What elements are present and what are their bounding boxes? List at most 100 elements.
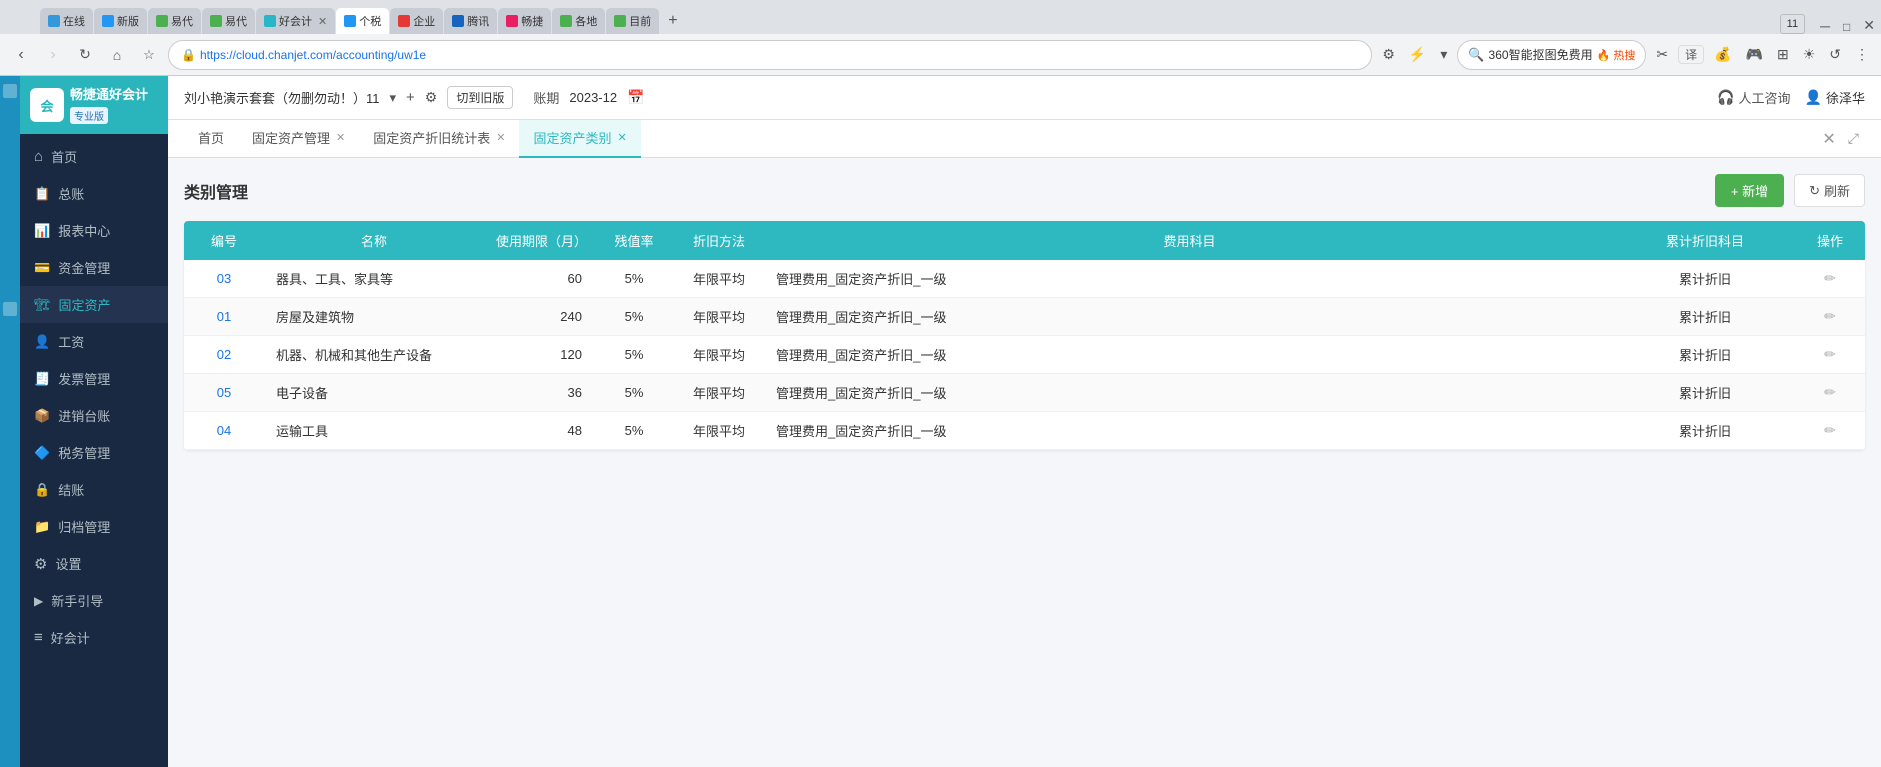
top-bar: 刘小艳演示套套（勿删勿动！）11 ▾ + ⚙ 切到旧版 账期 2023-12 📅… [168, 76, 1881, 120]
grid-icon[interactable]: ⊞ [1773, 46, 1793, 63]
user-area[interactable]: 👤 徐泽华 [1805, 88, 1865, 107]
tab-panel-maximize-button[interactable]: ⤢ [1842, 130, 1865, 147]
site-settings-icon[interactable]: ⚙ [1378, 46, 1399, 63]
dropdown-icon[interactable]: ▾ [1436, 46, 1451, 63]
minimize-icon[interactable]: ─ [1814, 18, 1836, 34]
tax-icon: 🔷 [34, 445, 50, 461]
add-button[interactable]: + 新增 [1715, 174, 1784, 207]
sidebar-item-archive[interactable]: 📁 归档管理 [20, 508, 168, 545]
forward-button[interactable]: › [40, 42, 66, 68]
page-tab-home[interactable]: 首页 [184, 120, 238, 158]
browser-tab-8[interactable]: 腾讯 [444, 8, 497, 34]
sidebar-item-inout[interactable]: 📦 进销台账 [20, 397, 168, 434]
page-tab-depreciation[interactable]: 固定资产折旧统计表 ✕ [359, 120, 519, 158]
cell-op: ✏ [1795, 336, 1865, 374]
cell-op: ✏ [1795, 374, 1865, 412]
sidebar-item-salary[interactable]: 👤 工资 [20, 323, 168, 360]
browser-tab-3[interactable]: 易代 [148, 8, 201, 34]
section-header: 类别管理 + 新增 ↻ 刷新 [184, 174, 1865, 207]
tab-label: 各地 [575, 13, 597, 29]
calendar-icon[interactable]: 📅 [627, 89, 644, 106]
close-icon[interactable]: ✕ [1857, 17, 1881, 34]
page-tab-category[interactable]: 固定资产类别 ✕ [519, 120, 640, 158]
add-account-button[interactable]: + [406, 89, 415, 106]
browser-tab-10[interactable]: 各地 [552, 8, 605, 34]
back-button[interactable]: ‹ [8, 42, 34, 68]
browser-tab-active[interactable]: 个税 [336, 8, 389, 34]
salary-icon: 👤 [34, 334, 50, 350]
refresh-label: 刷新 [1824, 181, 1850, 200]
maximize-icon[interactable]: □ [1837, 20, 1856, 34]
browser-tab-4[interactable]: 易代 [202, 8, 255, 34]
browser-tab-5[interactable]: 好会计 ✕ [256, 8, 335, 34]
browser-tab-1[interactable]: 在线 [40, 8, 93, 34]
sidebar-nav: ⌂ 首页 📋 总账 📊 报表中心 💳 资金管理 🏗 固定资产 👤 工资 [20, 134, 168, 767]
sidebar-item-more[interactable]: ≡ 好会计 [20, 619, 168, 656]
tab-panel-close-button[interactable]: ✕ [1816, 129, 1841, 149]
cell-accum: 累计折旧 [1615, 298, 1795, 336]
strip-icon-2[interactable] [3, 302, 17, 316]
sidebar-item-invoice[interactable]: 🧾 发票管理 [20, 360, 168, 397]
cell-accum: 累计折旧 [1615, 374, 1795, 412]
logo-main-text: 畅捷通好会计 [70, 86, 148, 104]
logo-text-area: 畅捷通好会计 专业版 [70, 86, 148, 123]
sidebar-item-asset[interactable]: 🏗 固定资产 [20, 286, 168, 323]
table-row: 05 电子设备 36 5% 年限平均 管理费用_固定资产折旧_一级 累计折旧 ✏ [184, 374, 1865, 412]
edit-button[interactable]: ✏ [1824, 308, 1836, 324]
tab-close-depreciation[interactable]: ✕ [496, 131, 505, 144]
scissors-icon[interactable]: ✂ [1652, 46, 1672, 63]
main-content: 刘小艳演示套套（勿删勿动！）11 ▾ + ⚙ 切到旧版 账期 2023-12 📅… [168, 76, 1881, 767]
edit-button[interactable]: ✏ [1824, 346, 1836, 362]
sidebar-item-report[interactable]: 📊 报表中心 [20, 212, 168, 249]
browser-tab-7[interactable]: 企业 [390, 8, 443, 34]
new-tab-button[interactable]: + [660, 8, 685, 34]
consultant-button[interactable]: 🎧 人工咨询 [1717, 88, 1790, 107]
edit-button[interactable]: ✏ [1824, 422, 1836, 438]
tab-label-depreciation: 固定资产折旧统计表 [373, 128, 490, 147]
sidebar-item-close-account[interactable]: 🔒 结账 [20, 471, 168, 508]
cell-subject: 管理费用_固定资产折旧_一级 [764, 260, 1615, 298]
sidebar-item-home[interactable]: ⌂ 首页 [20, 138, 168, 175]
lightning-icon[interactable]: ⚡ [1405, 46, 1430, 63]
games-icon[interactable]: 🎮 [1742, 46, 1767, 63]
url-bar[interactable]: 🔒 https://cloud.chanjet.com/accounting/u… [168, 40, 1372, 70]
theme-icon[interactable]: ☀ [1799, 46, 1820, 63]
col-header-method: 折旧方法 [674, 221, 764, 260]
menu-icon[interactable]: ⋮ [1851, 46, 1873, 63]
page-tab-asset-mgmt[interactable]: 固定资产管理 ✕ [238, 120, 359, 158]
tab-close-5[interactable]: ✕ [318, 15, 327, 28]
browser-tab-11[interactable]: 目前 [606, 8, 659, 34]
sidebar-item-fund[interactable]: 💳 资金管理 [20, 249, 168, 286]
reload-button[interactable]: ↻ [72, 42, 98, 68]
switch-version-button[interactable]: 切到旧版 [447, 86, 513, 109]
search-bar: 🔍 360智能抠图免费用 🔥 热搜 [1457, 40, 1646, 70]
tab-close-category[interactable]: ✕ [618, 131, 627, 144]
back-forward-icon[interactable]: ↺ [1825, 46, 1845, 63]
sidebar-logo: 会 畅捷通好会计 专业版 [20, 76, 168, 134]
col-header-code: 编号 [184, 221, 264, 260]
strip-icon-1[interactable] [3, 84, 17, 98]
tab-close-asset-mgmt[interactable]: ✕ [336, 131, 345, 144]
home-button[interactable]: ⌂ [104, 42, 130, 68]
ledger-icon: 📋 [34, 186, 50, 202]
category-table: 编号 名称 使用期限（月） 残值率 折旧方法 费用科目 累计折旧科目 操作 03… [184, 221, 1865, 450]
translate-icon[interactable]: 译 [1678, 45, 1704, 64]
edit-button[interactable]: ✏ [1824, 270, 1836, 286]
star-button[interactable]: ☆ [136, 42, 162, 68]
wallet-icon[interactable]: 💰 [1710, 46, 1735, 63]
sidebar-item-ledger[interactable]: 📋 总账 [20, 175, 168, 212]
cell-name: 运输工具 [264, 412, 484, 450]
browser-tab-9[interactable]: 畅捷 [498, 8, 551, 34]
edit-button[interactable]: ✏ [1824, 384, 1836, 400]
settings-cog-button[interactable]: ⚙ [425, 89, 438, 106]
company-arrow[interactable]: ▾ [390, 90, 397, 106]
address-bar: ‹ › ↻ ⌂ ☆ 🔒 https://cloud.chanjet.com/ac… [0, 34, 1881, 76]
cell-name: 房屋及建筑物 [264, 298, 484, 336]
cell-method: 年限平均 [674, 298, 764, 336]
sidebar-item-guide[interactable]: ▶ 新手引导 [20, 582, 168, 619]
browser-tab-2[interactable]: 新版 [94, 8, 147, 34]
sidebar-item-tax[interactable]: 🔷 税务管理 [20, 434, 168, 471]
home-icon: ⌂ [34, 148, 43, 165]
refresh-button[interactable]: ↻ 刷新 [1794, 174, 1865, 207]
sidebar-item-settings[interactable]: ⚙ 设置 [20, 545, 168, 582]
